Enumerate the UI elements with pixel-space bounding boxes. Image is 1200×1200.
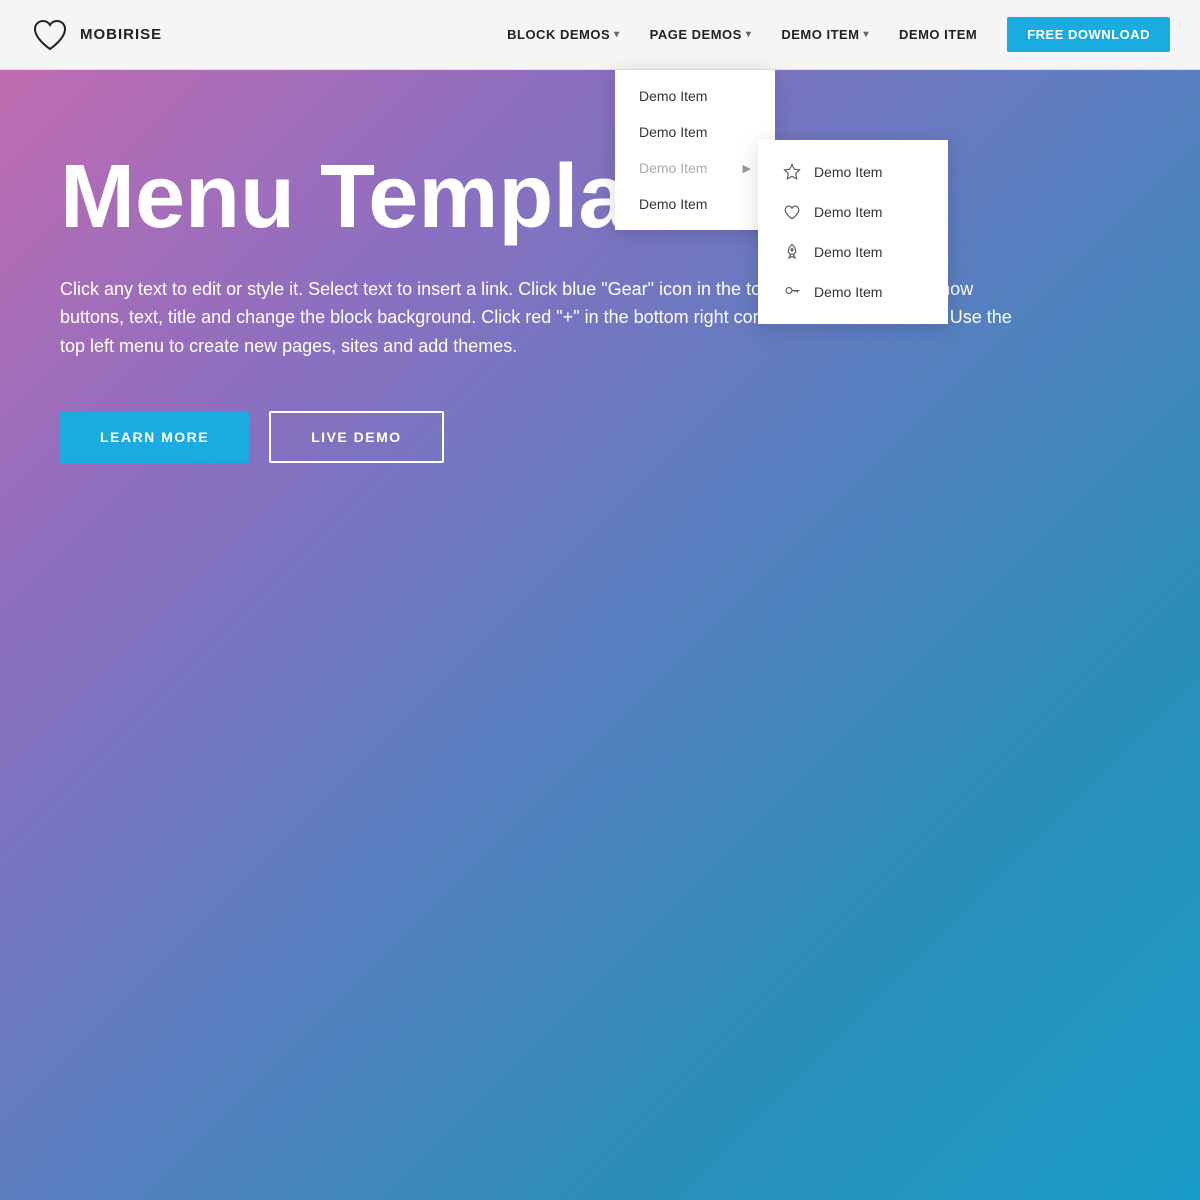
chevron-down-icon: ▾ [614, 29, 620, 40]
heart-logo-icon [30, 15, 70, 55]
chevron-down-icon: ▾ [746, 29, 752, 40]
brand: MOBIRISE [30, 15, 162, 55]
dropdown-item-4[interactable]: Demo Item [615, 186, 775, 222]
nav-links: BLOCK DEMOS ▾ PAGE DEMOS ▾ DEMO ITEM ▾ D… [507, 17, 1170, 52]
dropdown-secondary-item-1[interactable]: Demo Item [758, 152, 948, 192]
dropdown-primary-menu: Demo Item Demo Item Demo Item ▶ Demo Ite… [615, 70, 775, 230]
chevron-down-icon: ▾ [864, 29, 870, 40]
dropdown-item-3-submenu[interactable]: Demo Item ▶ [615, 150, 775, 186]
hero-buttons: LEARN MORE LIVE DEMO [60, 411, 1140, 463]
heart-icon [782, 202, 802, 222]
nav-block-demos[interactable]: BLOCK DEMOS ▾ [507, 27, 620, 42]
dropdown-item-1[interactable]: Demo Item [615, 78, 775, 114]
rocket-icon [782, 242, 802, 262]
live-demo-button[interactable]: LIVE DEMO [269, 411, 444, 463]
dropdown-secondary-item-4[interactable]: Demo Item [758, 272, 948, 312]
navbar: MOBIRISE BLOCK DEMOS ▾ PAGE DEMOS ▾ DEMO… [0, 0, 1200, 70]
nav-demo-item-dropdown[interactable]: DEMO ITEM ▾ [781, 27, 869, 42]
nav-page-demos[interactable]: PAGE DEMOS ▾ [650, 27, 752, 42]
dropdown-item-2[interactable]: Demo Item [615, 114, 775, 150]
key-icon [782, 282, 802, 302]
dropdown-secondary-item-3[interactable]: Demo Item [758, 232, 948, 272]
dropdown-secondary-item-2[interactable]: Demo Item [758, 192, 948, 232]
dropdown-secondary-menu: Demo Item Demo Item Demo Item Demo Item [758, 140, 948, 324]
brand-name: MOBIRISE [80, 26, 162, 43]
nav-demo-item-plain[interactable]: DEMO ITEM [899, 27, 977, 42]
hero-section: Menu Template Click any text to edit or … [0, 70, 1200, 1200]
free-download-button[interactable]: FREE DOWNLOAD [1007, 17, 1170, 52]
learn-more-button[interactable]: LEARN MORE [60, 411, 249, 463]
star-icon [782, 162, 802, 182]
chevron-right-icon: ▶ [743, 162, 751, 175]
